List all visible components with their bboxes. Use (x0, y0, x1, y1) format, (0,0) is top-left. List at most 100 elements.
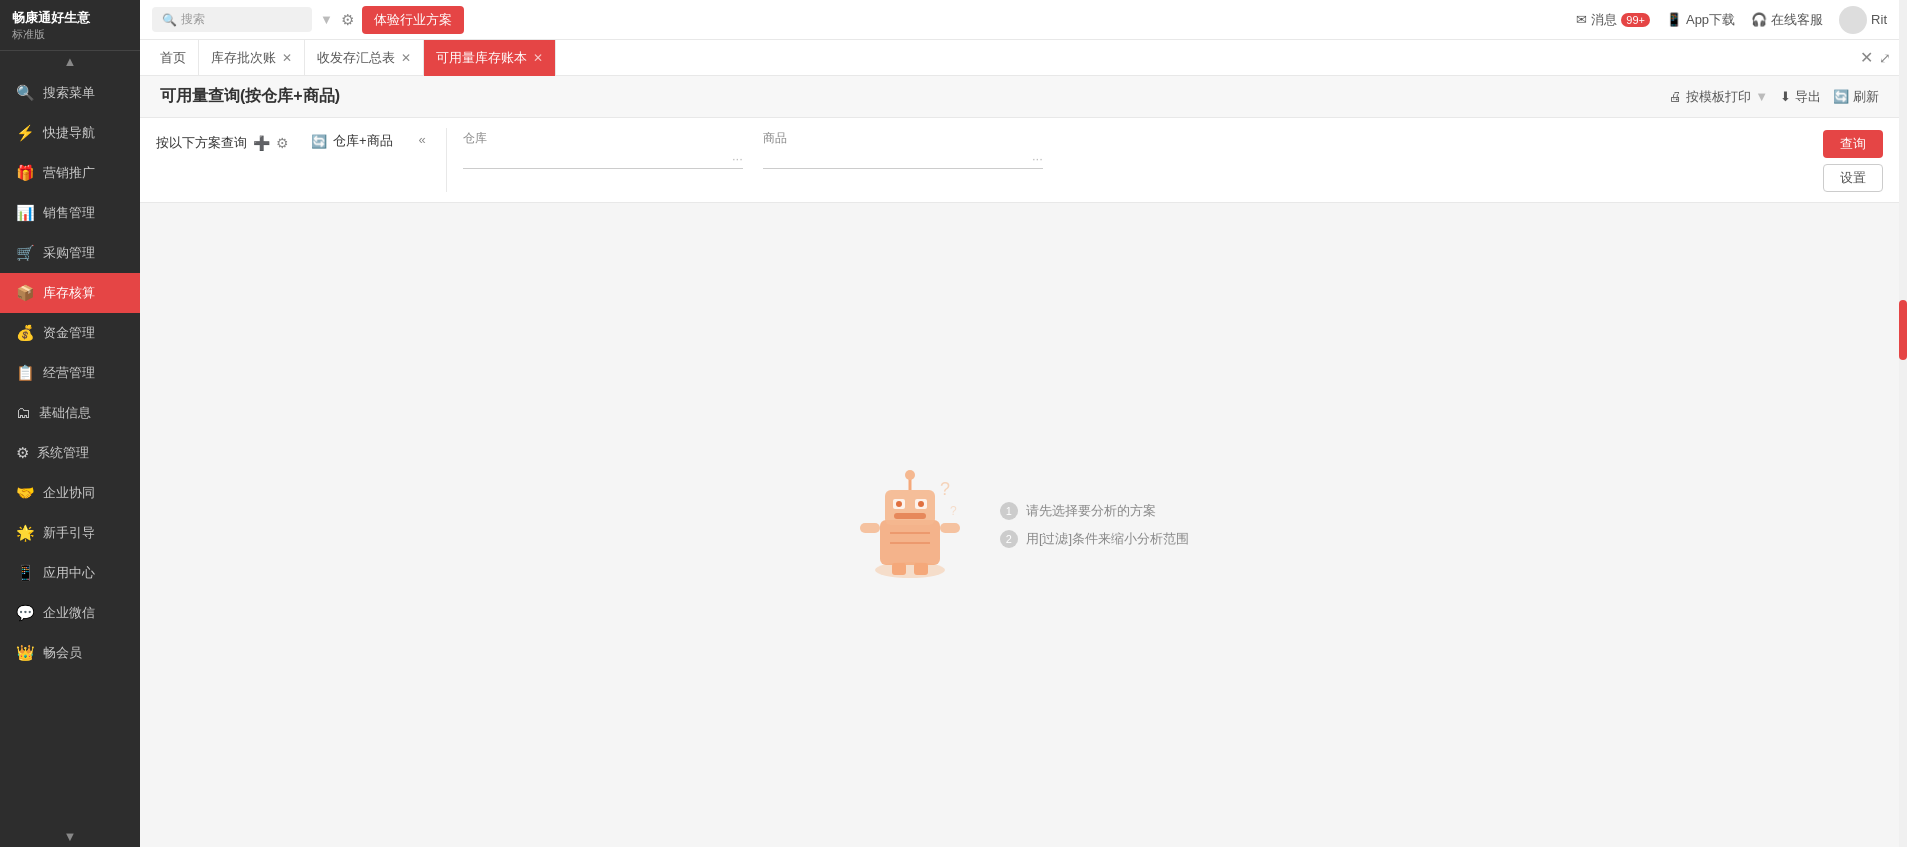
tab-batch-account[interactable]: 库存批次账 ✕ (199, 40, 305, 76)
sidebar-item-newuser[interactable]: 🌟 新手引导 (0, 513, 140, 553)
tabs-bar: 首页 库存批次账 ✕ 收发存汇总表 ✕ 可用量库存账本 ✕ ✕ ⤢ (140, 40, 1899, 76)
svg-text:?: ? (940, 479, 950, 499)
wecom-icon: 💬 (16, 604, 35, 622)
app-icon: 📱 (1666, 12, 1682, 27)
sidebar-item-system[interactable]: ⚙ 系统管理 (0, 433, 140, 473)
query-button[interactable]: 查询 (1823, 130, 1883, 158)
scrollbar-thumb[interactable] (1899, 300, 1907, 360)
sidebar-item-marketing[interactable]: 🎁 营销推广 (0, 153, 140, 193)
tab-expand-button[interactable]: ⤢ (1879, 50, 1891, 66)
warehouse-input[interactable] (463, 151, 726, 166)
goods-more-icon[interactable]: ··· (1032, 151, 1043, 166)
print-action[interactable]: 🖨 按模板打印 ▼ (1669, 88, 1768, 106)
tabs-controls: ✕ ⤢ (1860, 48, 1891, 67)
member-icon: 👑 (16, 644, 35, 662)
goods-filter-field: 商品 ··· (763, 130, 1043, 169)
empty-illustration: ? ? (850, 465, 970, 585)
online-service-label: 在线客服 (1771, 11, 1823, 29)
sidebar-item-finance[interactable]: 💰 资金管理 (0, 313, 140, 353)
online-service[interactable]: 🎧 在线客服 (1751, 11, 1823, 29)
tab-home[interactable]: 首页 (148, 40, 199, 76)
tab-close-button[interactable]: ✕ (1860, 48, 1873, 67)
collapse-button[interactable]: « (415, 128, 430, 151)
marketing-icon: 🎁 (16, 164, 35, 182)
close-icon[interactable]: ✕ (401, 51, 411, 65)
filter-area: 按以下方案查询 ➕ ⚙ 🔄 仓库+商品 « 仓库 ··· 商品 (140, 118, 1899, 203)
sidebar-item-search[interactable]: 🔍 搜索菜单 (0, 73, 140, 113)
filter-schemes: 🔄 仓库+商品 (301, 128, 403, 154)
sidebar-item-label: 营销推广 (43, 164, 95, 182)
sidebar-item-label: 基础信息 (39, 404, 91, 422)
sidebar-item-purchase[interactable]: 🛒 采购管理 (0, 233, 140, 273)
right-scrollbar[interactable] (1899, 0, 1907, 847)
sidebar-item-collab[interactable]: 🤝 企业协同 (0, 473, 140, 513)
gear-icon[interactable]: ⚙ (341, 11, 354, 29)
search-box[interactable]: 🔍 搜索 (152, 7, 312, 32)
scroll-down-arrow[interactable]: ▼ (0, 825, 140, 847)
sidebar-item-member[interactable]: 👑 畅会员 (0, 633, 140, 673)
sidebar-item-basic[interactable]: 🗂 基础信息 (0, 393, 140, 433)
topbar: 🔍 搜索 ▼ ⚙ 体验行业方案 ✉ 消息 99+ 📱 App下载 🎧 在线客服 … (140, 0, 1899, 40)
user-info[interactable]: Rit (1839, 6, 1887, 34)
refresh-icon: 🔄 (1833, 89, 1849, 104)
filter-section-text: 按以下方案查询 (156, 134, 247, 152)
filter-actions: 查询 设置 (1823, 128, 1883, 192)
sidebar-item-operation[interactable]: 📋 经营管理 (0, 353, 140, 393)
add-scheme-icon[interactable]: ➕ (253, 135, 270, 151)
export-label: 导出 (1795, 88, 1821, 106)
goods-input[interactable] (763, 151, 1026, 166)
basic-icon: 🗂 (16, 404, 31, 421)
sidebar-item-label: 应用中心 (43, 564, 95, 582)
avatar (1839, 6, 1867, 34)
filter-fields: 仓库 ··· 商品 ··· (463, 128, 1811, 169)
warehouse-filter-field: 仓库 ··· (463, 130, 743, 169)
warehouse-more-icon[interactable]: ··· (732, 151, 743, 166)
scroll-up-arrow[interactable]: ▲ (0, 51, 140, 73)
sidebar-item-label: 销售管理 (43, 204, 95, 222)
empty-tips: 1 请先选择要分析的方案 2 用[过滤]条件来缩小分析范围 (1000, 502, 1189, 548)
system-icon: ⚙ (16, 444, 29, 462)
user-name: Rit (1871, 12, 1887, 27)
sidebar-item-wecom[interactable]: 💬 企业微信 (0, 593, 140, 633)
tab-receipt-summary[interactable]: 收发存汇总表 ✕ (305, 40, 424, 76)
tab-receipt-summary-label: 收发存汇总表 (317, 49, 395, 67)
export-action[interactable]: ⬇ 导出 (1780, 88, 1821, 106)
goods-label: 商品 (763, 130, 1043, 147)
settings-button[interactable]: 设置 (1823, 164, 1883, 192)
tab-available-ledger[interactable]: 可用量库存账本 ✕ (424, 40, 556, 76)
dropdown-arrow-icon[interactable]: ▼ (320, 12, 333, 27)
sidebar-nav: 🔍 搜索菜单 ⚡ 快捷导航 🎁 营销推广 📊 销售管理 🛒 采购管理 📦 库存核… (0, 73, 140, 825)
sidebar-item-sales[interactable]: 📊 销售管理 (0, 193, 140, 233)
svg-text:?: ? (950, 504, 957, 518)
close-icon[interactable]: ✕ (533, 51, 543, 65)
print-label: 按模板打印 (1686, 88, 1751, 106)
sidebar-item-label: 搜索菜单 (43, 84, 95, 102)
search-placeholder: 搜索 (181, 11, 205, 28)
print-icon: 🖨 (1669, 89, 1682, 104)
sidebar-item-inventory[interactable]: 📦 库存核算 (0, 273, 140, 313)
search-icon: 🔍 (16, 84, 35, 102)
sidebar-item-apps[interactable]: 📱 应用中心 (0, 553, 140, 593)
sidebar-item-label: 系统管理 (37, 444, 89, 462)
scheme-warehouse-goods[interactable]: 🔄 仓库+商品 (301, 128, 403, 154)
messages-badge: 99+ (1621, 13, 1650, 27)
shortcut-icon: ⚡ (16, 124, 35, 142)
trial-button[interactable]: 体验行业方案 (362, 6, 464, 34)
warehouse-label: 仓库 (463, 130, 743, 147)
apps-icon: 📱 (16, 564, 35, 582)
search-icon: 🔍 (162, 13, 177, 27)
close-icon[interactable]: ✕ (282, 51, 292, 65)
svg-point-6 (918, 501, 924, 507)
sidebar-item-shortcut[interactable]: ⚡ 快捷导航 (0, 113, 140, 153)
sidebar-item-label: 企业协同 (43, 484, 95, 502)
inventory-icon: 📦 (16, 284, 35, 302)
scheme-settings-icon[interactable]: ⚙ (276, 135, 289, 151)
filter-section-label: 按以下方案查询 ➕ ⚙ (156, 128, 289, 152)
sidebar-item-label: 经营管理 (43, 364, 95, 382)
refresh-action[interactable]: 🔄 刷新 (1833, 88, 1879, 106)
sales-icon: 📊 (16, 204, 35, 222)
messages-notif[interactable]: ✉ 消息 99+ (1576, 11, 1650, 29)
dropdown-icon[interactable]: ▼ (1755, 89, 1768, 104)
app-download[interactable]: 📱 App下载 (1666, 11, 1735, 29)
tip-num-1: 1 (1000, 502, 1018, 520)
